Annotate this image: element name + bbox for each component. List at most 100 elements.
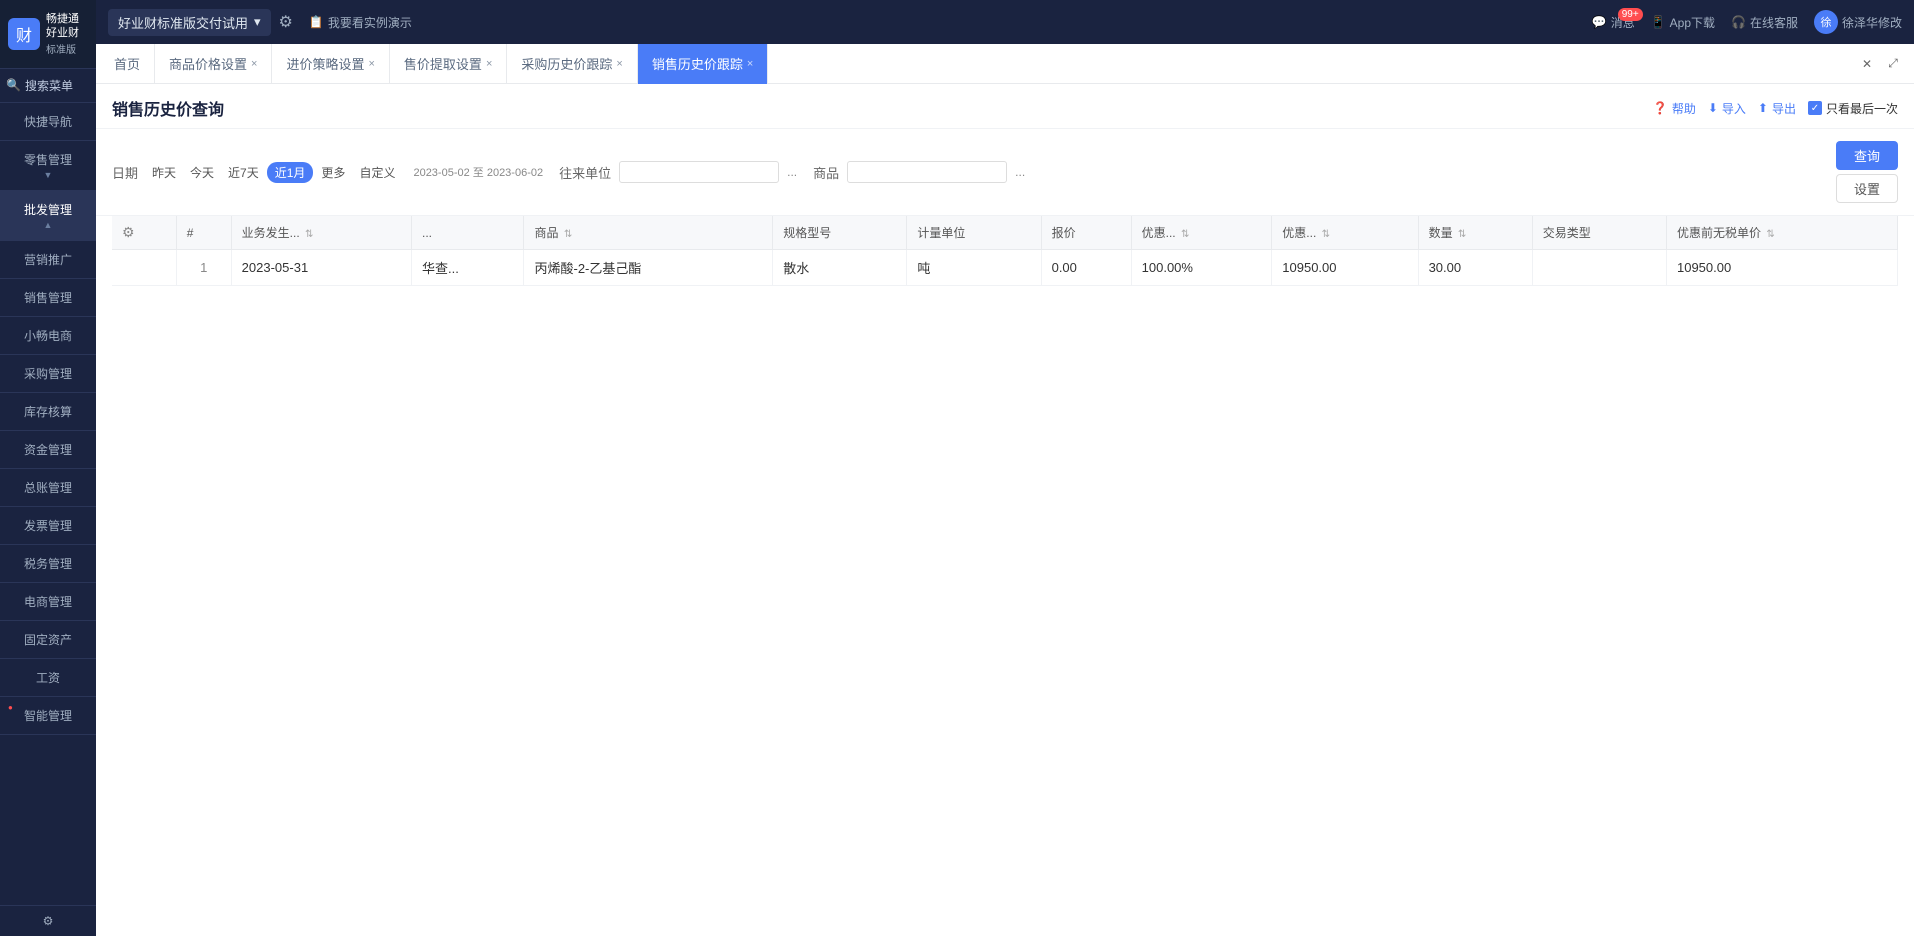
sort-icon: ⇅ <box>1766 229 1774 240</box>
sidebar-item-tax[interactable]: 税务管理 <box>0 545 96 583</box>
col-trade-type[interactable]: 交易类型 <box>1532 216 1666 250</box>
tab-label: 商品价格设置 <box>169 54 247 73</box>
filter-area: 日期 昨天 今天 近7天 近1月 更多 自定义 2023-05-02 至 202… <box>96 129 1914 216</box>
sidebar-item-ecommerce[interactable]: 电商管理 <box>0 583 96 621</box>
company-selector-label: 好业财标准版交付试用 <box>118 13 248 32</box>
cell-biz-date: 2023-05-31 <box>231 250 411 286</box>
sidebar-item-label: 快捷导航 <box>24 113 72 130</box>
cell-num: 1 <box>176 250 231 286</box>
col-quantity[interactable]: 数量 ⇅ <box>1418 216 1532 250</box>
sidebar-item-ecommerce-small[interactable]: 小畅电商 <box>0 317 96 355</box>
sidebar-item-purchase[interactable]: 采购管理 <box>0 355 96 393</box>
sidebar: 财 畅捷通好业财 标准版 🔍 搜索菜单 快捷导航 零售管理 ▼ 批发管理 ▲ 营… <box>0 0 96 936</box>
date-btn-last7[interactable]: 近7天 <box>222 162 265 183</box>
cell-product: 丙烯酸-2-乙基己酯 <box>524 250 773 286</box>
tab-price-extract[interactable]: 售价提取设置 × <box>390 44 507 84</box>
sidebar-item-label: 批发管理 <box>24 201 72 218</box>
headset-icon: 🎧 <box>1731 15 1746 29</box>
col-price[interactable]: 报价 <box>1041 216 1131 250</box>
sidebar-item-wholesale[interactable]: 批发管理 ▲ <box>0 191 96 241</box>
date-btn-custom[interactable]: 自定义 <box>353 162 401 183</box>
tab-close-btn[interactable]: × <box>747 58 753 70</box>
sidebar-search-label: 搜索菜单 <box>25 77 73 94</box>
product-input[interactable] <box>847 161 1007 183</box>
import-btn[interactable]: ⬇ 导入 <box>1708 100 1746 117</box>
company-selector[interactable]: 好业财标准版交付试用 ▾ <box>108 9 271 36</box>
col-product[interactable]: 商品 ⇅ <box>524 216 773 250</box>
table-body: 1 2023-05-31 华查... 丙烯酸-2-乙基己酯 散水 吨 0.00 … <box>112 250 1898 286</box>
sidebar-item-invoice[interactable]: 发票管理 <box>0 507 96 545</box>
sidebar-search[interactable]: 🔍 搜索菜单 <box>0 69 96 103</box>
sidebar-item-retail[interactable]: 零售管理 ▼ <box>0 141 96 191</box>
sort-icon: ⇅ <box>1322 229 1330 240</box>
table-container: ⚙ # 业务发生... ⇅ ... 商品 ⇅ 规格型号 计量单位 报价 优惠..… <box>96 216 1914 936</box>
online-service-label: 在线客服 <box>1750 14 1798 31</box>
sidebar-item-marketing[interactable]: 营销推广 <box>0 241 96 279</box>
col-unit[interactable]: 计量单位 <box>907 216 1041 250</box>
online-service-btn[interactable]: 🎧 在线客服 <box>1731 14 1798 31</box>
col-pretax-price[interactable]: 优惠前无税单价 ⇅ <box>1666 216 1897 250</box>
messages-btn[interactable]: 💬 消息 99+ <box>1592 14 1635 31</box>
cell-pretax-price: 10950.00 <box>1666 250 1897 286</box>
sidebar-item-smart[interactable]: 智能管理 <box>0 697 96 735</box>
product-label: 商品 <box>813 163 839 182</box>
tab-purchase-strategy[interactable]: 进价策略设置 × <box>272 44 389 84</box>
tab-sales-history[interactable]: 销售历史价跟踪 × <box>638 44 768 84</box>
date-btn-more[interactable]: 更多 <box>315 162 351 183</box>
query-btn[interactable]: 查询 <box>1836 141 1898 170</box>
sidebar-item-general[interactable]: 总账管理 <box>0 469 96 507</box>
sidebar-item-salary[interactable]: 工资 <box>0 659 96 697</box>
sidebar-settings-btn[interactable]: ⚙ <box>0 905 96 936</box>
sidebar-item-label: 零售管理 <box>24 151 72 168</box>
col-biz-date[interactable]: 业务发生... ⇅ <box>231 216 411 250</box>
table-row[interactable]: 1 2023-05-31 华查... 丙烯酸-2-乙基己酯 散水 吨 0.00 … <box>112 250 1898 286</box>
product-more-btn[interactable]: ... <box>1015 165 1025 179</box>
tab-close-btn[interactable]: × <box>616 58 622 70</box>
user-menu[interactable]: 徐 徐泽华修改 <box>1814 10 1902 34</box>
source-unit-more-btn[interactable]: ... <box>787 165 797 179</box>
tab-close-btn[interactable]: × <box>251 58 257 70</box>
topbar-settings-icon[interactable]: ⚙ <box>279 12 293 32</box>
date-btn-today[interactable]: 今天 <box>184 162 220 183</box>
only-last-label: 只看最后一次 <box>1826 100 1898 117</box>
export-icon: ⬆ <box>1758 101 1768 115</box>
col-more[interactable]: ... <box>412 216 524 250</box>
window-maximize-btn[interactable]: ⤢ <box>1884 55 1902 73</box>
settings-btn[interactable]: 设置 <box>1836 174 1898 203</box>
source-unit-input[interactable] <box>619 161 779 183</box>
tab-close-btn[interactable]: × <box>486 58 492 70</box>
topbar-right: 💬 消息 99+ 📱 App下载 🎧 在线客服 徐 徐泽华修改 <box>1592 10 1902 34</box>
help-btn[interactable]: ❓ 帮助 <box>1653 100 1696 117</box>
window-close-btn[interactable]: ✕ <box>1858 55 1876 73</box>
message-icon: 💬 <box>1592 15 1607 29</box>
app-download-btn[interactable]: 📱 App下载 <box>1651 14 1715 31</box>
sidebar-item-inventory[interactable]: 库存核算 <box>0 393 96 431</box>
col-spec[interactable]: 规格型号 <box>773 216 907 250</box>
sidebar-item-finance[interactable]: 资金管理 <box>0 431 96 469</box>
chevron-down-icon: ▼ <box>44 170 53 180</box>
col-num: # <box>176 216 231 250</box>
sidebar-item-quicknav[interactable]: 快捷导航 <box>0 103 96 141</box>
sidebar-item-label: 资金管理 <box>24 441 72 458</box>
demo-link[interactable]: 📋 我要看实例演示 <box>309 14 412 31</box>
col-discount1[interactable]: 优惠... ⇅ <box>1131 216 1272 250</box>
col-gear[interactable]: ⚙ <box>112 216 176 250</box>
tab-purchase-history[interactable]: 采购历史价跟踪 × <box>507 44 637 84</box>
col-discount2[interactable]: 优惠... ⇅ <box>1272 216 1418 250</box>
tab-home-label: 首页 <box>114 54 140 73</box>
tab-product-price[interactable]: 商品价格设置 × <box>155 44 272 84</box>
only-last-checkbox[interactable]: ✓ 只看最后一次 <box>1808 100 1898 117</box>
date-btn-last1month[interactable]: 近1月 <box>267 162 314 183</box>
page-header: 销售历史价查询 ❓ 帮助 ⬇ 导入 ⬆ 导出 ✓ 只看最后一次 <box>96 84 1914 129</box>
date-btn-yesterday[interactable]: 昨天 <box>146 162 182 183</box>
cell-discount1: 100.00% <box>1131 250 1272 286</box>
sidebar-item-label: 电商管理 <box>24 593 72 610</box>
tab-close-btn[interactable]: × <box>368 58 374 70</box>
sidebar-item-assets[interactable]: 固定资产 <box>0 621 96 659</box>
page-content: 销售历史价查询 ❓ 帮助 ⬇ 导入 ⬆ 导出 ✓ 只看最后一次 <box>96 84 1914 936</box>
tab-home[interactable]: 首页 <box>100 44 155 84</box>
app-download-label: App下载 <box>1670 14 1715 31</box>
product-filter: 商品 ... <box>813 161 1025 183</box>
sidebar-item-sales[interactable]: 销售管理 <box>0 279 96 317</box>
export-btn[interactable]: ⬆ 导出 <box>1758 100 1796 117</box>
